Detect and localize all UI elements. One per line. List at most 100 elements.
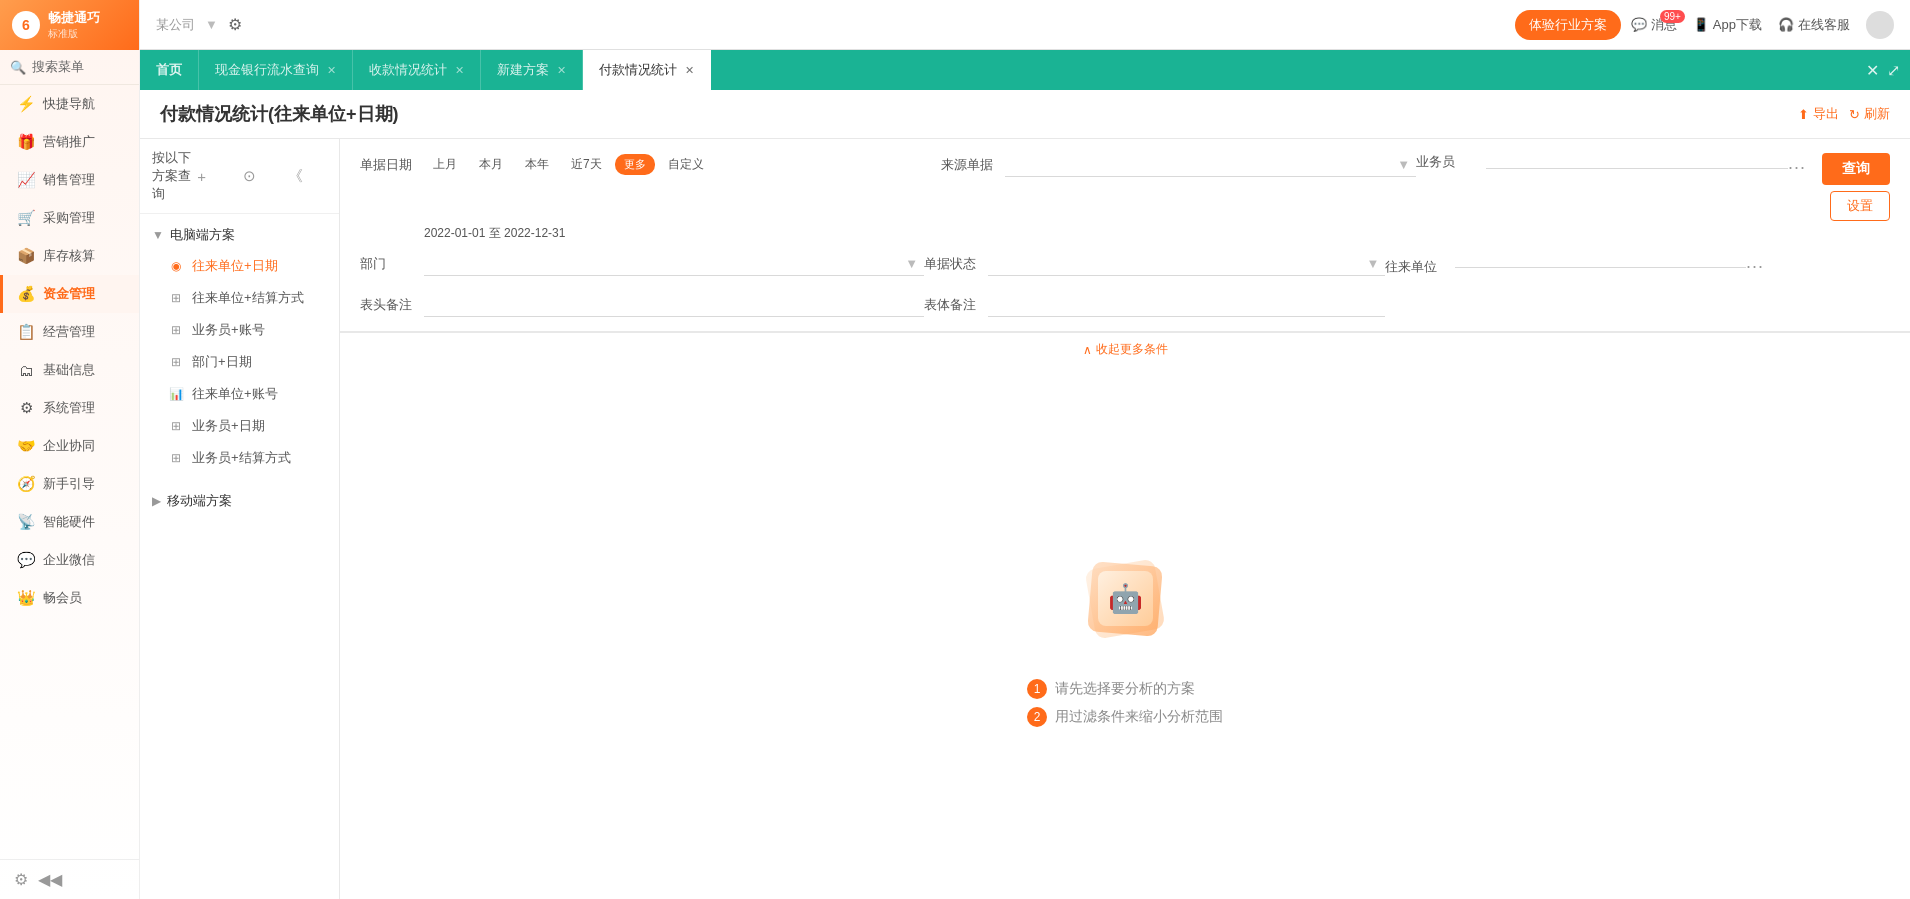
body-note-input[interactable] bbox=[988, 293, 1385, 317]
staff-select[interactable] bbox=[1486, 166, 1788, 169]
sidebar-item-label: 新手引导 bbox=[43, 475, 95, 493]
collapse-bar[interactable]: ∧ 收起更多条件 bbox=[340, 332, 1910, 366]
header-note-input[interactable] bbox=[424, 293, 924, 317]
sidebar-item-finance[interactable]: 💰 资金管理 bbox=[0, 275, 139, 313]
app-download-btn[interactable]: 📱 App下载 bbox=[1693, 16, 1762, 34]
dept-select[interactable]: ▼ bbox=[424, 252, 924, 276]
tab-bank-flow[interactable]: 现金银行流水查询 ✕ bbox=[199, 50, 353, 90]
scheme-item-staff-date[interactable]: ⊞ 业务员+日期 bbox=[140, 410, 339, 442]
date-btn-more[interactable]: 更多 bbox=[615, 154, 655, 175]
sidebar-search[interactable]: 🔍 搜索菜单 bbox=[0, 50, 139, 85]
page-title: 付款情况统计(往来单位+日期) bbox=[160, 102, 399, 126]
date-btn-last-month[interactable]: 上月 bbox=[424, 153, 466, 176]
trial-btn[interactable]: 体验行业方案 bbox=[1515, 10, 1621, 40]
tab-bank-flow-close[interactable]: ✕ bbox=[327, 64, 336, 77]
query-btn[interactable]: 查询 bbox=[1822, 153, 1890, 185]
tab-payments-label: 付款情况统计 bbox=[599, 61, 677, 79]
company-name: 某公司 bbox=[156, 16, 195, 34]
left-panel-title: 按以下方案查询 bbox=[152, 149, 191, 203]
sidebar-item-inventory[interactable]: 📦 库存核算 bbox=[0, 237, 139, 275]
tab-payments[interactable]: 付款情况统计 ✕ bbox=[583, 50, 711, 90]
topbar-settings-icon[interactable]: ⚙ bbox=[228, 15, 242, 34]
partner-select[interactable] bbox=[1455, 265, 1746, 268]
partner-dots-btn[interactable]: ··· bbox=[1746, 256, 1764, 277]
topbar-right: 💬 消息 99+ 📱 App下载 🎧 在线客服 bbox=[1631, 11, 1894, 39]
sidebar-item-quick-nav[interactable]: ⚡ 快捷导航 bbox=[0, 85, 139, 123]
close-all-tabs-btn[interactable]: ✕ bbox=[1866, 61, 1879, 80]
tab-home[interactable]: 首页 bbox=[140, 50, 199, 90]
sidebar-item-label: 营销推广 bbox=[43, 133, 95, 151]
scheme-item-dept-date[interactable]: ⊞ 部门+日期 bbox=[140, 346, 339, 378]
tab-home-label: 首页 bbox=[156, 61, 182, 79]
empty-tip-2: 2 用过滤条件来缩小分析范围 bbox=[1027, 707, 1223, 727]
tab-new-scheme-close[interactable]: ✕ bbox=[557, 64, 566, 77]
service-icon: 🎧 bbox=[1778, 17, 1794, 32]
refresh-btn[interactable]: ↻ 刷新 bbox=[1849, 105, 1890, 123]
scheme-item-staff-account[interactable]: ⊞ 业务员+账号 bbox=[140, 314, 339, 346]
scheme-radio-icon: ◉ bbox=[168, 258, 184, 274]
export-btn[interactable]: ⬆ 导出 bbox=[1798, 105, 1839, 123]
sidebar-header: 6 畅捷通巧 标准版 bbox=[0, 0, 139, 50]
guide-icon: 🧭 bbox=[17, 475, 35, 493]
sidebar-item-hardware[interactable]: 📡 智能硬件 bbox=[0, 503, 139, 541]
maximize-btn[interactable]: ⤢ bbox=[1887, 61, 1900, 80]
date-btn-last-7-days[interactable]: 近7天 bbox=[562, 153, 611, 176]
tab-receipts[interactable]: 收款情况统计 ✕ bbox=[353, 50, 481, 90]
sidebar-item-label: 畅会员 bbox=[43, 589, 82, 607]
sidebar-item-marketing[interactable]: 🎁 营销推广 bbox=[0, 123, 139, 161]
scheme-item-staff-settle[interactable]: ⊞ 业务员+结算方式 bbox=[140, 442, 339, 474]
sidebar-item-operations[interactable]: 📋 经营管理 bbox=[0, 313, 139, 351]
footer-collapse-icon[interactable]: ◀◀ bbox=[38, 870, 62, 889]
add-scheme-btn[interactable]: + bbox=[197, 168, 236, 185]
quick-nav-icon: ⚡ bbox=[17, 95, 35, 113]
sidebar-item-purchase[interactable]: 🛒 采购管理 bbox=[0, 199, 139, 237]
sidebar-item-basic-info[interactable]: 🗂 基础信息 bbox=[0, 351, 139, 389]
footer-settings-icon[interactable]: ⚙ bbox=[14, 870, 28, 889]
content-body: 按以下方案查询 + ⊙ 《 ▼ 电脑端方案 ◉ 往来单位+日期 bbox=[140, 139, 1910, 899]
source-select[interactable]: ▼ bbox=[1005, 153, 1416, 177]
sidebar-item-weixin[interactable]: 💬 企业微信 bbox=[0, 541, 139, 579]
sidebar-item-label: 智能硬件 bbox=[43, 513, 95, 531]
sidebar: 6 畅捷通巧 标准版 🔍 搜索菜单 ⚡ 快捷导航 🎁 营销推广 📈 销售管理 🛒… bbox=[0, 0, 140, 899]
sidebar-item-label: 采购管理 bbox=[43, 209, 95, 227]
online-service-label: 在线客服 bbox=[1798, 16, 1850, 34]
sidebar-item-enterprise[interactable]: 🤝 企业协同 bbox=[0, 427, 139, 465]
collapse-label: 收起更多条件 bbox=[1096, 341, 1168, 358]
scheme-item-unit-settle[interactable]: ⊞ 往来单位+结算方式 bbox=[140, 282, 339, 314]
scheme-group-pc-title[interactable]: ▼ 电脑端方案 bbox=[140, 220, 339, 250]
tab-receipts-close[interactable]: ✕ bbox=[455, 64, 464, 77]
date-range-text: 2022-01-01 至 2022-12-31 bbox=[424, 226, 565, 240]
scheme-item-unit-account[interactable]: 📊 往来单位+账号 bbox=[140, 378, 339, 410]
date-shortcuts: 上月 本月 本年 近7天 更多 自定义 bbox=[424, 153, 713, 176]
scheme-grid-icon: ⊞ bbox=[168, 290, 184, 306]
partner-label: 往来单位 bbox=[1385, 258, 1441, 276]
staff-dots-btn[interactable]: ··· bbox=[1788, 157, 1806, 178]
collapse-icon: ∧ bbox=[1083, 343, 1092, 357]
status-select[interactable]: ▼ bbox=[988, 252, 1385, 276]
online-service-btn[interactable]: 🎧 在线客服 bbox=[1778, 16, 1850, 34]
scheme-group-mobile-title[interactable]: ▶ 移动端方案 bbox=[140, 486, 339, 516]
tab-payments-close[interactable]: ✕ bbox=[685, 64, 694, 77]
company-dropdown-arrow[interactable]: ▼ bbox=[205, 17, 218, 32]
sidebar-item-sales[interactable]: 📈 销售管理 bbox=[0, 161, 139, 199]
sidebar-item-system[interactable]: ⚙ 系统管理 bbox=[0, 389, 139, 427]
user-avatar[interactable] bbox=[1866, 11, 1894, 39]
scheme-item-unit-date[interactable]: ◉ 往来单位+日期 bbox=[140, 250, 339, 282]
content-area: 付款情况统计(往来单位+日期) ⬆ 导出 ↻ 刷新 按以下方案查询 + ⊙ bbox=[140, 90, 1910, 899]
filter-settings-btn[interactable]: 设置 bbox=[1830, 191, 1890, 221]
messages-btn[interactable]: 💬 消息 99+ bbox=[1631, 16, 1677, 34]
tabbar-actions: ✕ ⤢ bbox=[1856, 50, 1910, 90]
filter-row-2: 部门 ▼ 单据状态 ▼ bbox=[360, 252, 1890, 281]
filter-header-note-item: 表头备注 bbox=[360, 293, 924, 317]
sidebar-item-guide[interactable]: 🧭 新手引导 bbox=[0, 465, 139, 503]
scheme-settings-btn[interactable]: ⊙ bbox=[243, 167, 282, 185]
scheme-item-label: 往来单位+日期 bbox=[192, 257, 278, 275]
header-note-label: 表头备注 bbox=[360, 296, 416, 314]
date-btn-custom[interactable]: 自定义 bbox=[659, 153, 713, 176]
tab-new-scheme[interactable]: 新建方案 ✕ bbox=[481, 50, 583, 90]
panel-collapse-btn[interactable]: 《 bbox=[288, 167, 327, 186]
sidebar-item-member[interactable]: 👑 畅会员 bbox=[0, 579, 139, 617]
sidebar-item-label: 基础信息 bbox=[43, 361, 95, 379]
date-btn-this-year[interactable]: 本年 bbox=[516, 153, 558, 176]
date-btn-this-month[interactable]: 本月 bbox=[470, 153, 512, 176]
